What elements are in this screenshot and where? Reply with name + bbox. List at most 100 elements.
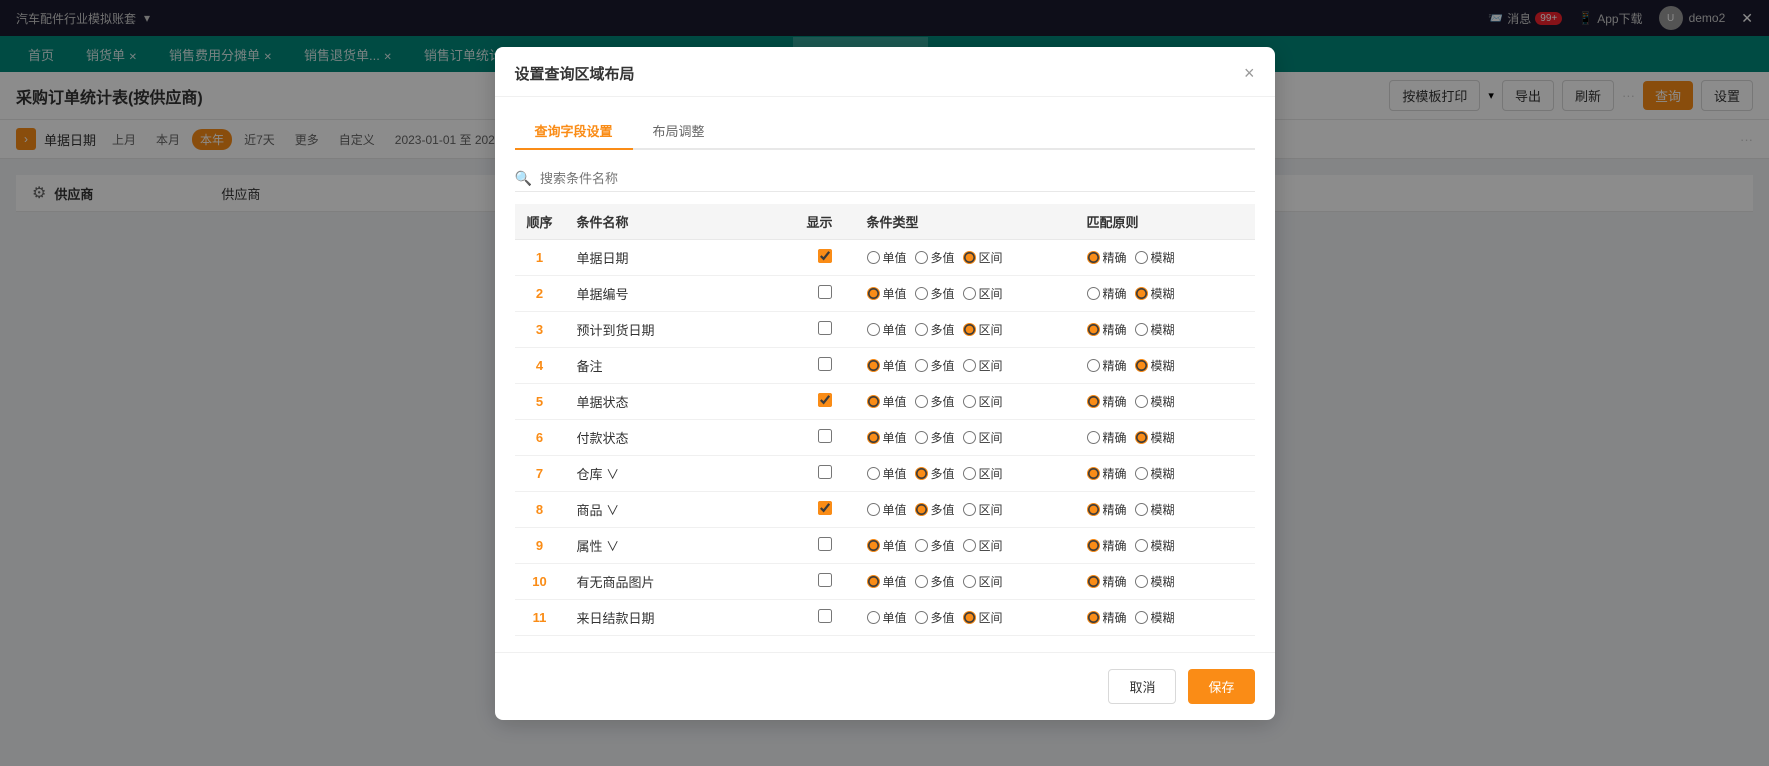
radio-match-item[interactable]: 模糊 [1135,393,1175,410]
radio-type-item[interactable]: 单值 [867,285,907,302]
show-checkbox[interactable] [818,501,832,515]
cell-type[interactable]: 单值多值区间 [855,383,1075,419]
radio-type-item[interactable]: 区间 [963,609,1003,626]
radio-match-item[interactable]: 精确 [1087,537,1127,554]
radio-match-item[interactable]: 精确 [1087,465,1127,482]
radio-match-item[interactable]: 模糊 [1135,573,1175,590]
cell-show[interactable] [795,275,855,311]
radio-match-item[interactable]: 精确 [1087,609,1127,626]
cell-show[interactable] [795,311,855,347]
cell-match[interactable]: 精确模糊 [1075,239,1255,275]
radio-type-item[interactable]: 多值 [915,609,955,626]
radio-type-item[interactable]: 多值 [915,465,955,482]
radio-type-item[interactable]: 多值 [915,321,955,338]
radio-type-item[interactable]: 单值 [867,573,907,590]
cell-type[interactable]: 单值多值区间 [855,239,1075,275]
show-checkbox[interactable] [818,465,832,479]
radio-type-item[interactable]: 多值 [915,429,955,446]
radio-type-item[interactable]: 单值 [867,321,907,338]
radio-match-item[interactable]: 精确 [1087,429,1127,446]
cell-match[interactable]: 精确模糊 [1075,347,1255,383]
show-checkbox[interactable] [818,537,832,551]
radio-type-item[interactable]: 多值 [915,573,955,590]
radio-match-item[interactable]: 精确 [1087,501,1127,518]
radio-type-item[interactable]: 多值 [915,357,955,374]
cell-show[interactable] [795,455,855,491]
radio-type-item[interactable]: 区间 [963,249,1003,266]
cell-type[interactable]: 单值多值区间 [855,527,1075,563]
modal-close-btn[interactable]: × [1244,63,1255,84]
cell-match[interactable]: 精确模糊 [1075,383,1255,419]
radio-match-item[interactable]: 模糊 [1135,249,1175,266]
cell-show[interactable] [795,383,855,419]
cell-type[interactable]: 单值多值区间 [855,455,1075,491]
cell-match[interactable]: 精确模糊 [1075,419,1255,455]
cell-type[interactable]: 单值多值区间 [855,419,1075,455]
radio-type-item[interactable]: 单值 [867,357,907,374]
cell-type[interactable]: 单值多值区间 [855,275,1075,311]
cell-match[interactable]: 精确模糊 [1075,311,1255,347]
radio-match-item[interactable]: 精确 [1087,393,1127,410]
cell-match[interactable]: 精确模糊 [1075,599,1255,635]
search-input[interactable] [540,171,1255,186]
show-checkbox[interactable] [818,321,832,335]
show-checkbox[interactable] [818,393,832,407]
radio-match-item[interactable]: 精确 [1087,573,1127,590]
radio-type-item[interactable]: 区间 [963,429,1003,446]
cell-type[interactable]: 单值多值区间 [855,311,1075,347]
radio-type-item[interactable]: 多值 [915,285,955,302]
cell-type[interactable]: 单值多值区间 [855,491,1075,527]
radio-match-item[interactable]: 模糊 [1135,501,1175,518]
cell-match[interactable]: 精确模糊 [1075,455,1255,491]
radio-type-item[interactable]: 区间 [963,573,1003,590]
cell-type[interactable]: 单值多值区间 [855,347,1075,383]
radio-match-item[interactable]: 精确 [1087,321,1127,338]
cell-type[interactable]: 单值多值区间 [855,563,1075,599]
cell-show[interactable] [795,491,855,527]
cell-match[interactable]: 精确模糊 [1075,491,1255,527]
radio-match-item[interactable]: 模糊 [1135,357,1175,374]
cell-show[interactable] [795,347,855,383]
radio-type-item[interactable]: 多值 [915,501,955,518]
radio-match-item[interactable]: 精确 [1087,357,1127,374]
radio-type-item[interactable]: 区间 [963,465,1003,482]
radio-match-item[interactable]: 模糊 [1135,285,1175,302]
show-checkbox[interactable] [818,429,832,443]
radio-type-item[interactable]: 区间 [963,393,1003,410]
radio-type-item[interactable]: 多值 [915,393,955,410]
radio-type-item[interactable]: 单值 [867,501,907,518]
cell-show[interactable] [795,239,855,275]
radio-match-item[interactable]: 模糊 [1135,429,1175,446]
save-button[interactable]: 保存 [1188,669,1254,704]
radio-type-item[interactable]: 单值 [867,537,907,554]
tab-query-fields[interactable]: 查询字段设置 [515,113,633,150]
show-checkbox[interactable] [818,249,832,263]
radio-type-item[interactable]: 区间 [963,501,1003,518]
radio-type-item[interactable]: 区间 [963,537,1003,554]
show-checkbox[interactable] [818,609,832,623]
cell-show[interactable] [795,527,855,563]
radio-type-item[interactable]: 区间 [963,357,1003,374]
radio-match-item[interactable]: 模糊 [1135,465,1175,482]
show-checkbox[interactable] [818,285,832,299]
tab-layout[interactable]: 布局调整 [633,113,725,150]
cell-show[interactable] [795,563,855,599]
radio-type-item[interactable]: 多值 [915,249,955,266]
radio-type-item[interactable]: 多值 [915,537,955,554]
show-checkbox[interactable] [818,357,832,371]
cell-match[interactable]: 精确模糊 [1075,563,1255,599]
radio-type-item[interactable]: 单值 [867,393,907,410]
radio-type-item[interactable]: 单值 [867,465,907,482]
radio-match-item[interactable]: 精确 [1087,249,1127,266]
radio-type-item[interactable]: 单值 [867,249,907,266]
radio-type-item[interactable]: 单值 [867,609,907,626]
radio-match-item[interactable]: 模糊 [1135,321,1175,338]
radio-match-item[interactable]: 精确 [1087,285,1127,302]
cell-match[interactable]: 精确模糊 [1075,275,1255,311]
radio-match-item[interactable]: 模糊 [1135,609,1175,626]
show-checkbox[interactable] [818,573,832,587]
cell-show[interactable] [795,599,855,635]
radio-match-item[interactable]: 模糊 [1135,537,1175,554]
radio-type-item[interactable]: 单值 [867,429,907,446]
radio-type-item[interactable]: 区间 [963,285,1003,302]
